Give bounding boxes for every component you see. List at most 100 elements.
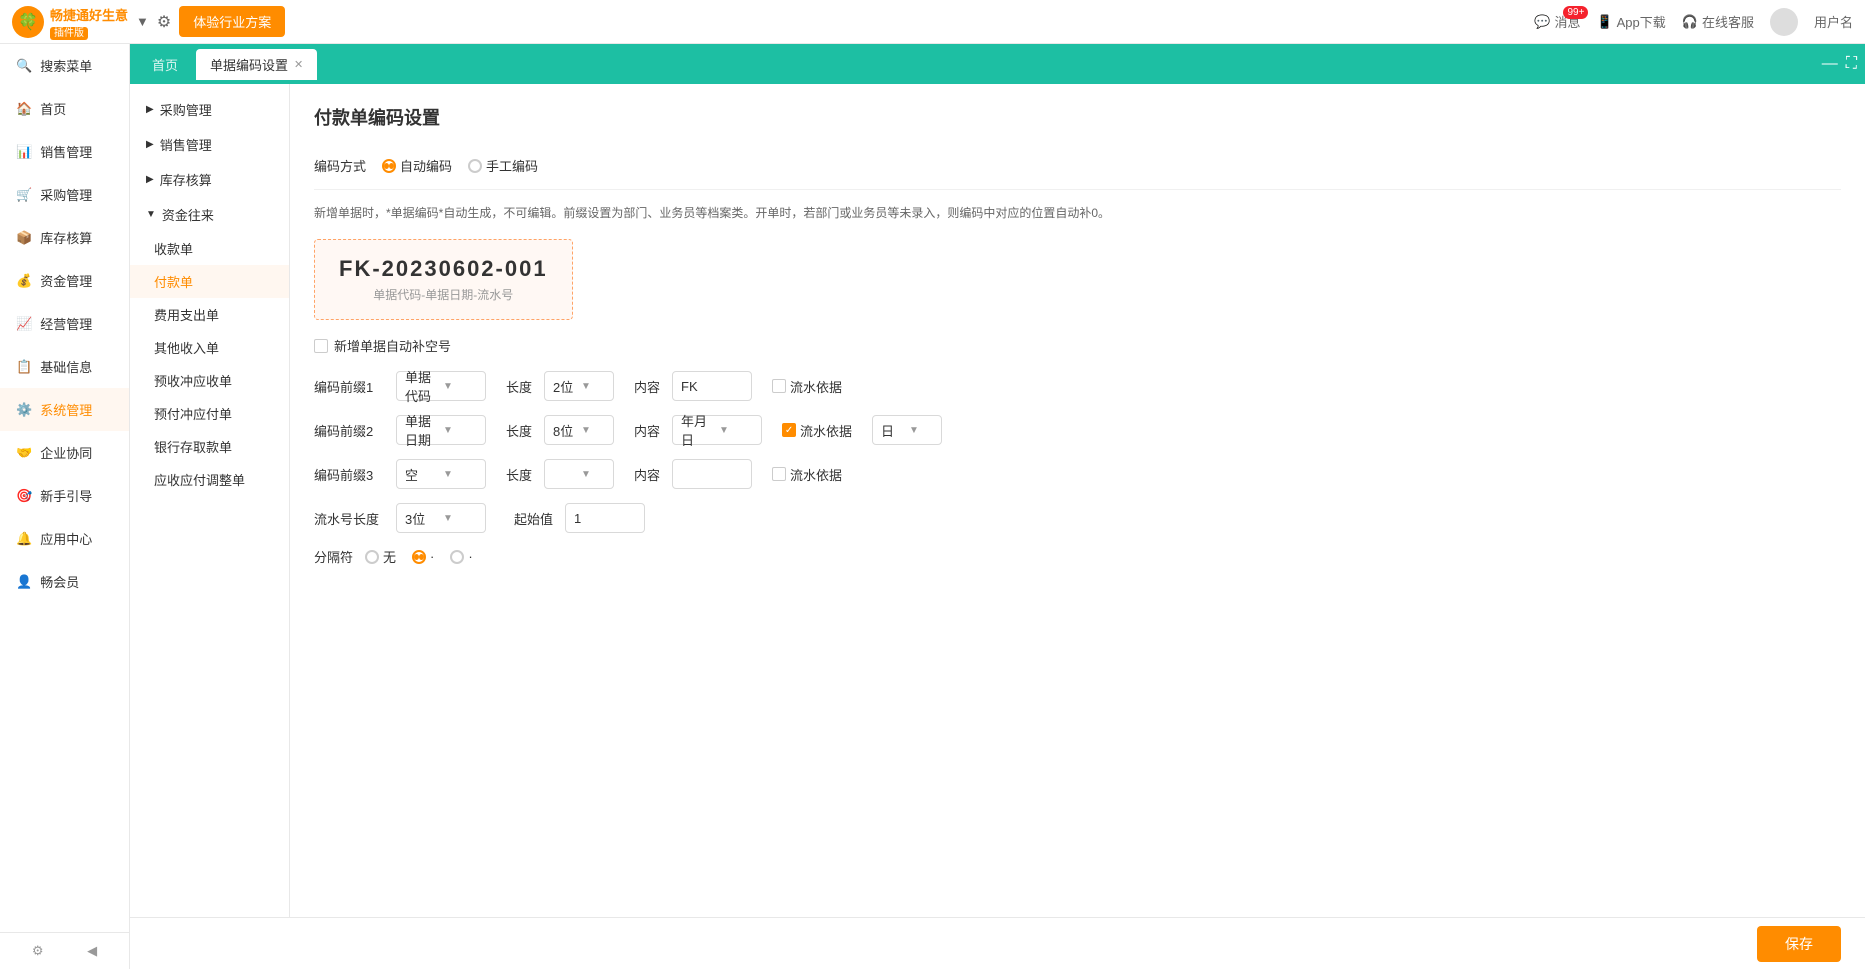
tab-home[interactable]: 首页 xyxy=(138,49,192,80)
avatar[interactable] xyxy=(1770,8,1798,36)
start-value-input[interactable]: 1 xyxy=(565,503,645,533)
maximize-icon[interactable]: ⛶ xyxy=(1846,55,1857,73)
left-nav-sub-payment[interactable]: 付款单 xyxy=(130,265,289,298)
prefix2-length-select[interactable]: 8位 ▼ xyxy=(544,415,614,445)
collapse-icon[interactable]: ◀ xyxy=(87,943,97,959)
tab-bar: 首页 单据编码设置 ✕ — ⛶ xyxy=(130,44,1865,84)
prefix3-row: 编码前缀3 空 ▼ 长度 ▼ 内容 xyxy=(314,459,1841,489)
left-nav-sub-bank[interactable]: 银行存取款单 xyxy=(130,430,289,463)
tab-encoding[interactable]: 单据编码设置 ✕ xyxy=(196,49,317,80)
prefix1-stream-row: 流水依据 xyxy=(772,377,842,396)
nav-dropdown[interactable]: ▼ ⚙ 体验行业方案 xyxy=(136,6,285,37)
auto-encode-circle xyxy=(382,159,396,173)
left-nav-sub-prepay-receivable[interactable]: 预收冲应收单 xyxy=(130,364,289,397)
prefix2-stream-arrow: ▼ xyxy=(909,425,933,436)
inventory-icon: 📦 xyxy=(16,230,32,246)
left-nav-sub-other-income[interactable]: 其他收入单 xyxy=(130,331,289,364)
prefix3-length-select[interactable]: ▼ xyxy=(544,459,614,489)
serial-length-select[interactable]: 3位 ▼ xyxy=(396,503,486,533)
download-btn[interactable]: 📱 App下载 xyxy=(1596,12,1665,31)
prefix2-select[interactable]: 单据日期 ▼ xyxy=(396,415,486,445)
sidebar-item-guide[interactable]: 🎯 新手引导 xyxy=(0,474,129,517)
prefix3-select[interactable]: 空 ▼ xyxy=(396,459,486,489)
left-nav-sales[interactable]: ▶ 销售管理 xyxy=(130,127,289,162)
sep-hyphen[interactable]: · xyxy=(450,549,472,564)
start-value-label: 起始值 xyxy=(514,509,553,528)
manual-encode-radio[interactable]: 手工编码 xyxy=(468,156,538,175)
prefix1-stream-checkbox[interactable] xyxy=(772,379,786,393)
auto-encode-radio[interactable]: 自动编码 xyxy=(382,156,452,175)
sidebar-item-operation[interactable]: 📈 经营管理 xyxy=(0,302,129,345)
prefix2-length-label: 长度 xyxy=(506,421,532,440)
prefix2-stream-select[interactable]: 日 ▼ xyxy=(872,415,942,445)
appcenter-icon: 🔔 xyxy=(16,531,32,547)
sidebar-item-purchase[interactable]: 🛒 采购管理 xyxy=(0,173,129,216)
left-nav-sub-adjustment[interactable]: 应收应付调整单 xyxy=(130,463,289,496)
main-content: 付款单编码设置 编码方式 自动编码 手工编码 xyxy=(290,84,1865,917)
prefix3-stream-row: 流水依据 xyxy=(772,465,842,484)
prefix2-content-select[interactable]: 年月日 ▼ xyxy=(672,415,762,445)
prefix3-length-label: 长度 xyxy=(506,465,532,484)
encode-mode-row: 编码方式 自动编码 手工编码 xyxy=(314,146,1841,190)
sep-dot-radio xyxy=(412,550,426,564)
settings-icon[interactable]: ⚙ xyxy=(157,12,171,32)
sidebar-item-basic[interactable]: 📋 基础信息 xyxy=(0,345,129,388)
prefix1-select[interactable]: 单据代码 ▼ xyxy=(396,371,486,401)
separator-label: 分隔符 xyxy=(314,547,353,566)
top-bar-right: 💬 消息 99+ 📱 App下载 🎧 在线客服 用户名 xyxy=(1534,8,1853,36)
prefix3-stream-checkbox[interactable] xyxy=(772,467,786,481)
tab-bar-actions: — ⛶ xyxy=(1822,55,1857,73)
left-nav-sub-receipt[interactable]: 收款单 xyxy=(130,232,289,265)
sidebar-item-appcenter[interactable]: 🔔 应用中心 xyxy=(0,517,129,560)
prefix1-length-arrow: ▼ xyxy=(581,381,605,392)
sidebar-item-collab[interactable]: 🤝 企业协同 xyxy=(0,431,129,474)
prefix3-content-input[interactable] xyxy=(672,459,752,489)
settings-bottom-icon[interactable]: ⚙ xyxy=(32,943,44,959)
chevron-down-icon: ▼ xyxy=(146,209,156,220)
sidebar-item-sales[interactable]: 📊 销售管理 xyxy=(0,130,129,173)
prefix1-content-input[interactable]: FK xyxy=(672,371,752,401)
left-nav-inventory[interactable]: ▶ 库存核算 xyxy=(130,162,289,197)
top-bar: 🍀 畅捷通好生意 插件版 ▼ ⚙ 体验行业方案 💬 消息 99+ 📱 App下载… xyxy=(0,0,1865,44)
minimize-icon[interactable]: — xyxy=(1822,55,1838,73)
auto-fill-row: 新增单据自动补空号 xyxy=(314,336,1841,355)
finance-icon: 💰 xyxy=(16,273,32,289)
prefix2-stream-checkbox[interactable]: ✓ xyxy=(782,423,796,437)
sidebar-item-member[interactable]: 👤 畅会员 xyxy=(0,560,129,603)
prefix3-content-label: 内容 xyxy=(634,465,660,484)
search-menu[interactable]: 🔍 搜索菜单 xyxy=(0,44,129,87)
left-nav-purchase[interactable]: ▶ 采购管理 xyxy=(130,92,289,127)
content-area: 首页 单据编码设置 ✕ — ⛶ ▶ 采购管理 ▶ 销售管理 xyxy=(130,44,1865,969)
separator-row: 分隔符 无 · xyxy=(314,547,1841,566)
system-icon: ⚙️ xyxy=(16,402,32,418)
industry-btn[interactable]: 体验行业方案 xyxy=(179,6,285,37)
serial-row: 流水号长度 3位 ▼ 起始值 1 xyxy=(314,503,1841,533)
download-icon: 📱 xyxy=(1596,14,1612,30)
chevron-right-icon: ▶ xyxy=(146,104,154,115)
prefix2-stream-row: ✓ 流水依据 xyxy=(782,421,852,440)
prefix1-length-select[interactable]: 2位 ▼ xyxy=(544,371,614,401)
sidebar-item-home[interactable]: 🏠 首页 xyxy=(0,87,129,130)
sidebar-item-inventory[interactable]: 📦 库存核算 xyxy=(0,216,129,259)
save-button[interactable]: 保存 xyxy=(1757,926,1841,962)
auto-fill-checkbox[interactable] xyxy=(314,339,328,353)
content-with-sidebar: ▶ 采购管理 ▶ 销售管理 ▶ 库存核算 ▼ 资金往来 收款单 xyxy=(130,84,1865,917)
prefix1-label: 编码前缀1 xyxy=(314,377,384,396)
page-title: 付款单编码设置 xyxy=(314,104,1841,130)
left-nav-capital[interactable]: ▼ 资金往来 xyxy=(130,197,289,232)
sep-dot[interactable]: · xyxy=(412,549,434,564)
left-nav-sub-expense[interactable]: 费用支出单 xyxy=(130,298,289,331)
left-nav-sub-prepay-payable[interactable]: 预付冲应付单 xyxy=(130,397,289,430)
message-btn[interactable]: 💬 消息 99+ xyxy=(1534,12,1580,31)
sidebar-item-system[interactable]: ⚙️ 系统管理 xyxy=(0,388,129,431)
member-icon: 👤 xyxy=(16,574,32,590)
service-btn[interactable]: 🎧 在线客服 xyxy=(1682,12,1754,31)
prefix1-arrow: ▼ xyxy=(443,381,477,392)
tab-close-icon[interactable]: ✕ xyxy=(294,58,303,71)
bottom-bar: 保存 xyxy=(130,917,1865,969)
prefix2-length-arrow: ▼ xyxy=(581,425,605,436)
encode-mode-label: 编码方式 xyxy=(314,156,366,175)
sidebar-bottom: ⚙ ◀ xyxy=(0,932,129,969)
sidebar-item-finance[interactable]: 💰 资金管理 xyxy=(0,259,129,302)
sep-none[interactable]: 无 xyxy=(365,547,396,566)
